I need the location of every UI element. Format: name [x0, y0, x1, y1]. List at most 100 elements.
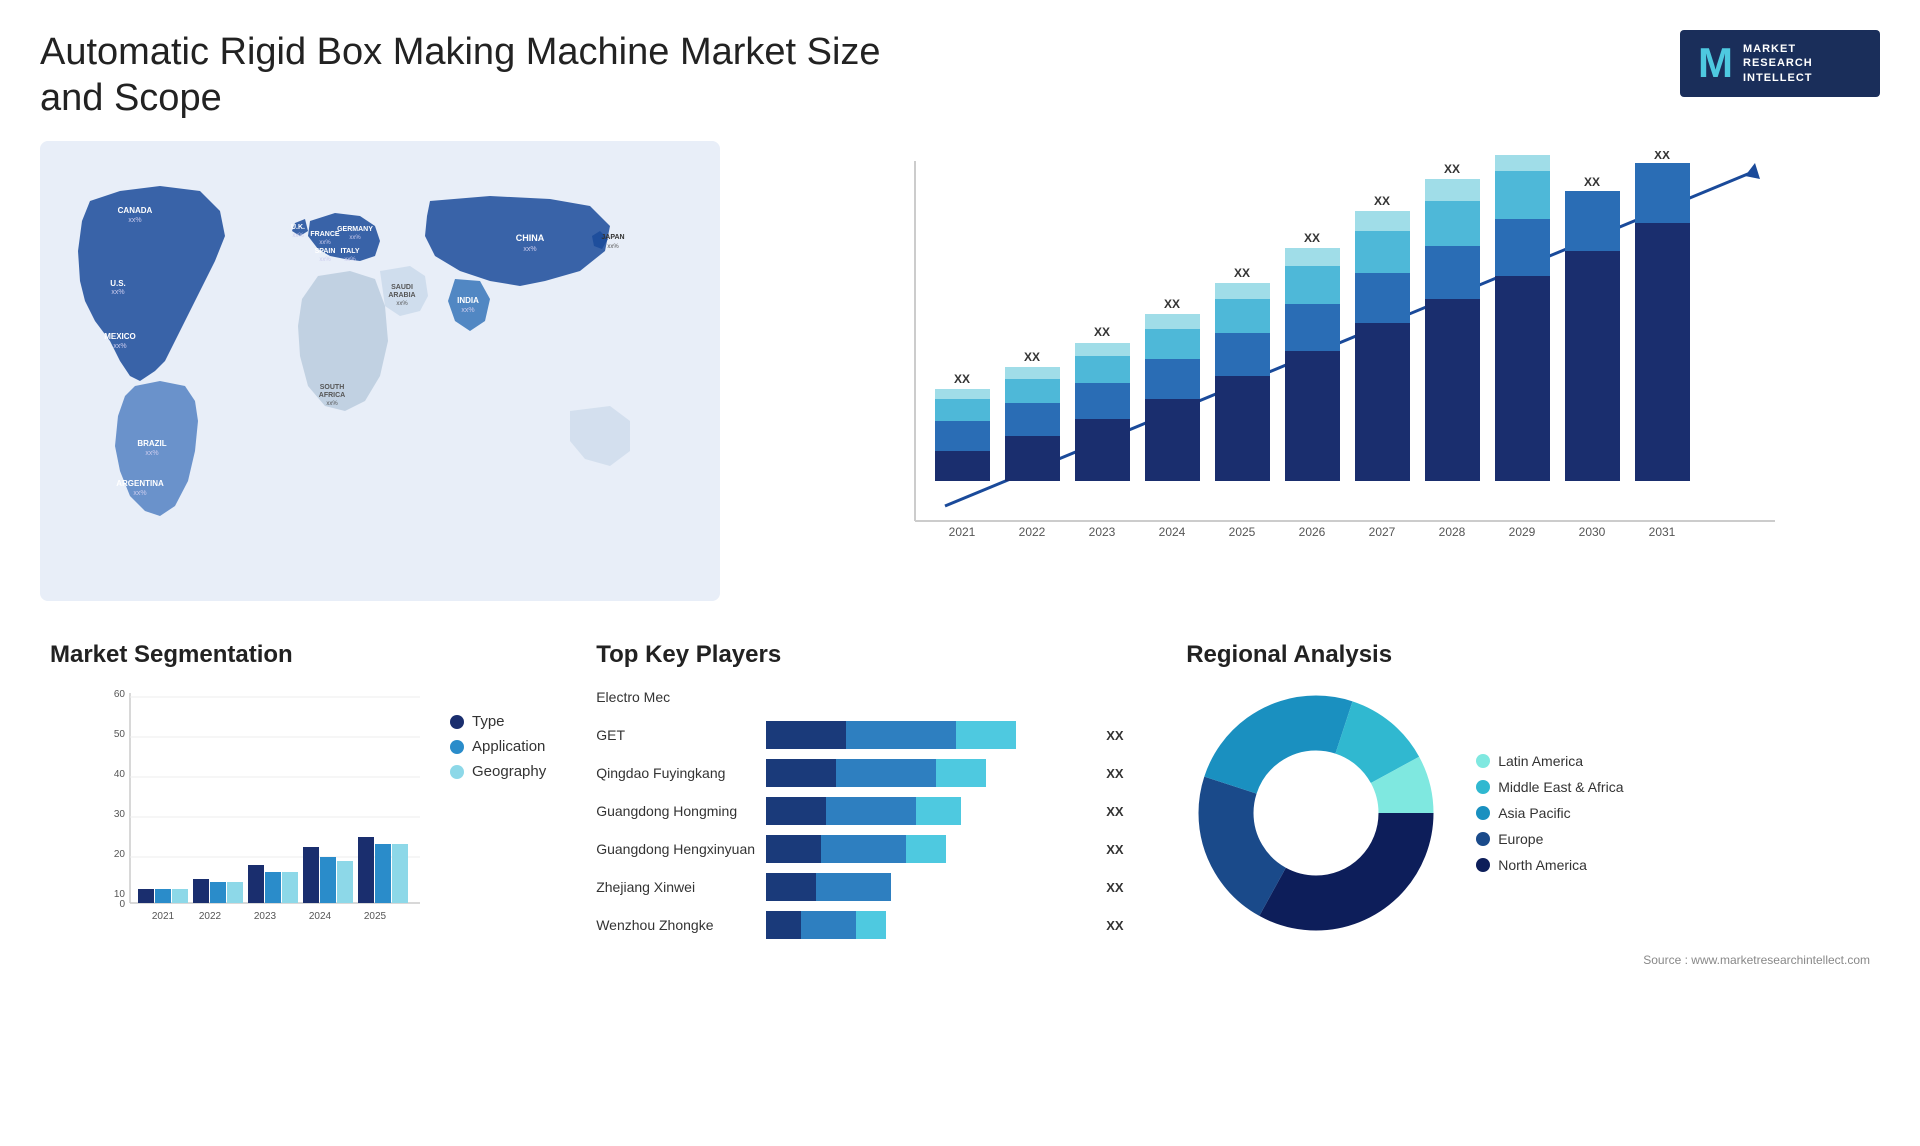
player-bar	[766, 759, 1088, 787]
middle-east-africa-label: Middle East & Africa	[1498, 779, 1623, 795]
middle-east-africa-dot	[1476, 780, 1490, 794]
player-value: XX	[1106, 918, 1136, 933]
svg-text:XX: XX	[1514, 151, 1530, 154]
application-dot	[450, 740, 464, 754]
svg-text:60: 60	[114, 689, 126, 700]
bar-seg2	[836, 759, 936, 787]
bar-seg2	[821, 835, 906, 863]
player-bar	[766, 683, 1088, 711]
svg-text:CANADA: CANADA	[118, 206, 153, 215]
bar-seg2	[801, 911, 856, 939]
svg-text:MEXICO: MEXICO	[104, 332, 136, 341]
map-svg: CANADA xx% U.S. xx% MEXICO xx% BRAZIL xx…	[40, 141, 720, 601]
svg-text:2024: 2024	[1159, 525, 1186, 539]
players-section: Top Key Players Electro Mec GET XX Qingd…	[586, 631, 1146, 977]
segmentation-section: Market Segmentation 60 50 40 30 20 10 0	[40, 631, 556, 977]
svg-text:xx%: xx%	[319, 240, 331, 246]
player-value: XX	[1106, 728, 1136, 743]
svg-text:SPAIN: SPAIN	[315, 248, 336, 255]
svg-text:xx%: xx%	[292, 233, 304, 239]
donut-container: Latin America Middle East & Africa Asia …	[1186, 683, 1870, 943]
svg-text:xx%: xx%	[461, 307, 474, 314]
svg-text:xx%: xx%	[113, 343, 126, 350]
svg-text:40: 40	[114, 769, 126, 780]
page-title: Automatic Rigid Box Making Machine Marke…	[40, 30, 940, 121]
player-value: XX	[1106, 804, 1136, 819]
regional-section: Regional Analysis Latin America	[1176, 631, 1880, 977]
svg-text:20: 20	[114, 849, 126, 860]
svg-text:2023: 2023	[254, 911, 277, 922]
player-name: Guangdong Hongming	[596, 803, 756, 819]
player-value: XX	[1106, 880, 1136, 895]
type-dot	[450, 715, 464, 729]
player-name: Electro Mec	[596, 689, 756, 705]
chart-area: XX 2021 XX 2022 XX 2023	[810, 151, 1860, 561]
bar-seg3	[916, 797, 961, 825]
svg-text:ITALY: ITALY	[340, 248, 359, 255]
bottom-section: Market Segmentation 60 50 40 30 20 10 0	[40, 631, 1880, 977]
svg-text:XX: XX	[1374, 194, 1390, 208]
north-america-label: North America	[1498, 857, 1587, 873]
bar-seg2	[816, 873, 891, 901]
legend-north-america: North America	[1476, 857, 1623, 873]
legend-latin-america: Latin America	[1476, 753, 1623, 769]
svg-text:2027: 2027	[1369, 525, 1396, 539]
player-name: Qingdao Fuyingkang	[596, 765, 756, 781]
player-bar	[766, 911, 1088, 939]
svg-text:FRANCE: FRANCE	[310, 231, 339, 238]
player-bar	[766, 873, 1088, 901]
player-row: Qingdao Fuyingkang XX	[596, 759, 1136, 787]
svg-text:xx%: xx%	[523, 246, 536, 253]
player-row: Wenzhou Zhongke XX	[596, 911, 1136, 939]
svg-text:2024: 2024	[309, 911, 332, 922]
world-map: CANADA xx% U.S. xx% MEXICO xx% BRAZIL xx…	[40, 141, 720, 601]
source-text: Source : www.marketresearchintellect.com	[1186, 953, 1870, 967]
svg-text:xx%: xx%	[396, 301, 408, 307]
svg-text:xx%: xx%	[344, 257, 356, 263]
top-section: CANADA xx% U.S. xx% MEXICO xx% BRAZIL xx…	[40, 141, 1880, 601]
svg-text:2025: 2025	[364, 911, 387, 922]
svg-text:xx%: xx%	[145, 450, 158, 457]
svg-text:SAUDI: SAUDI	[391, 284, 413, 291]
legend-geography: Geography	[450, 763, 546, 780]
bar-seg3	[956, 721, 1016, 749]
svg-text:2021: 2021	[949, 525, 976, 539]
players-title: Top Key Players	[596, 641, 1136, 669]
svg-text:xx%: xx%	[607, 244, 619, 250]
bar-seg1	[766, 759, 836, 787]
svg-text:U.S.: U.S.	[110, 279, 126, 288]
svg-text:XX: XX	[1444, 162, 1460, 176]
svg-text:2023: 2023	[1089, 525, 1116, 539]
player-name: GET	[596, 727, 756, 743]
svg-text:0: 0	[119, 899, 125, 910]
svg-text:CHINA: CHINA	[516, 233, 545, 243]
logo: M MARKET RESEARCH INTELLECT	[1680, 30, 1880, 97]
svg-text:50: 50	[114, 729, 126, 740]
svg-text:XX: XX	[1584, 175, 1600, 189]
bar-seg3	[936, 759, 986, 787]
legend-middle-east-africa: Middle East & Africa	[1476, 779, 1623, 795]
player-bar	[766, 835, 1088, 863]
svg-text:INDIA: INDIA	[457, 296, 479, 305]
svg-text:2031: 2031	[1649, 525, 1676, 539]
player-bar	[766, 797, 1088, 825]
svg-text:2029: 2029	[1509, 525, 1536, 539]
svg-text:xx%: xx%	[133, 490, 146, 497]
geography-dot	[450, 765, 464, 779]
svg-text:2025: 2025	[1229, 525, 1256, 539]
segmentation-title: Market Segmentation	[50, 641, 546, 669]
bar-seg3	[856, 911, 886, 939]
player-value: XX	[1106, 766, 1136, 781]
svg-text:2021: 2021	[152, 911, 175, 922]
legend-application-label: Application	[472, 738, 545, 755]
svg-text:XX: XX	[1304, 231, 1320, 245]
bar-chart-svg: XX 2021 XX 2022 XX 2023	[810, 151, 1860, 571]
asia-pacific-dot	[1476, 806, 1490, 820]
svg-text:ARGENTINA: ARGENTINA	[116, 479, 164, 488]
europe-dot	[1476, 832, 1490, 846]
bar-seg2	[846, 721, 956, 749]
regional-title: Regional Analysis	[1186, 641, 1870, 669]
svg-text:2022: 2022	[1019, 525, 1046, 539]
legend-type: Type	[450, 713, 546, 730]
legend-geography-label: Geography	[472, 763, 546, 780]
